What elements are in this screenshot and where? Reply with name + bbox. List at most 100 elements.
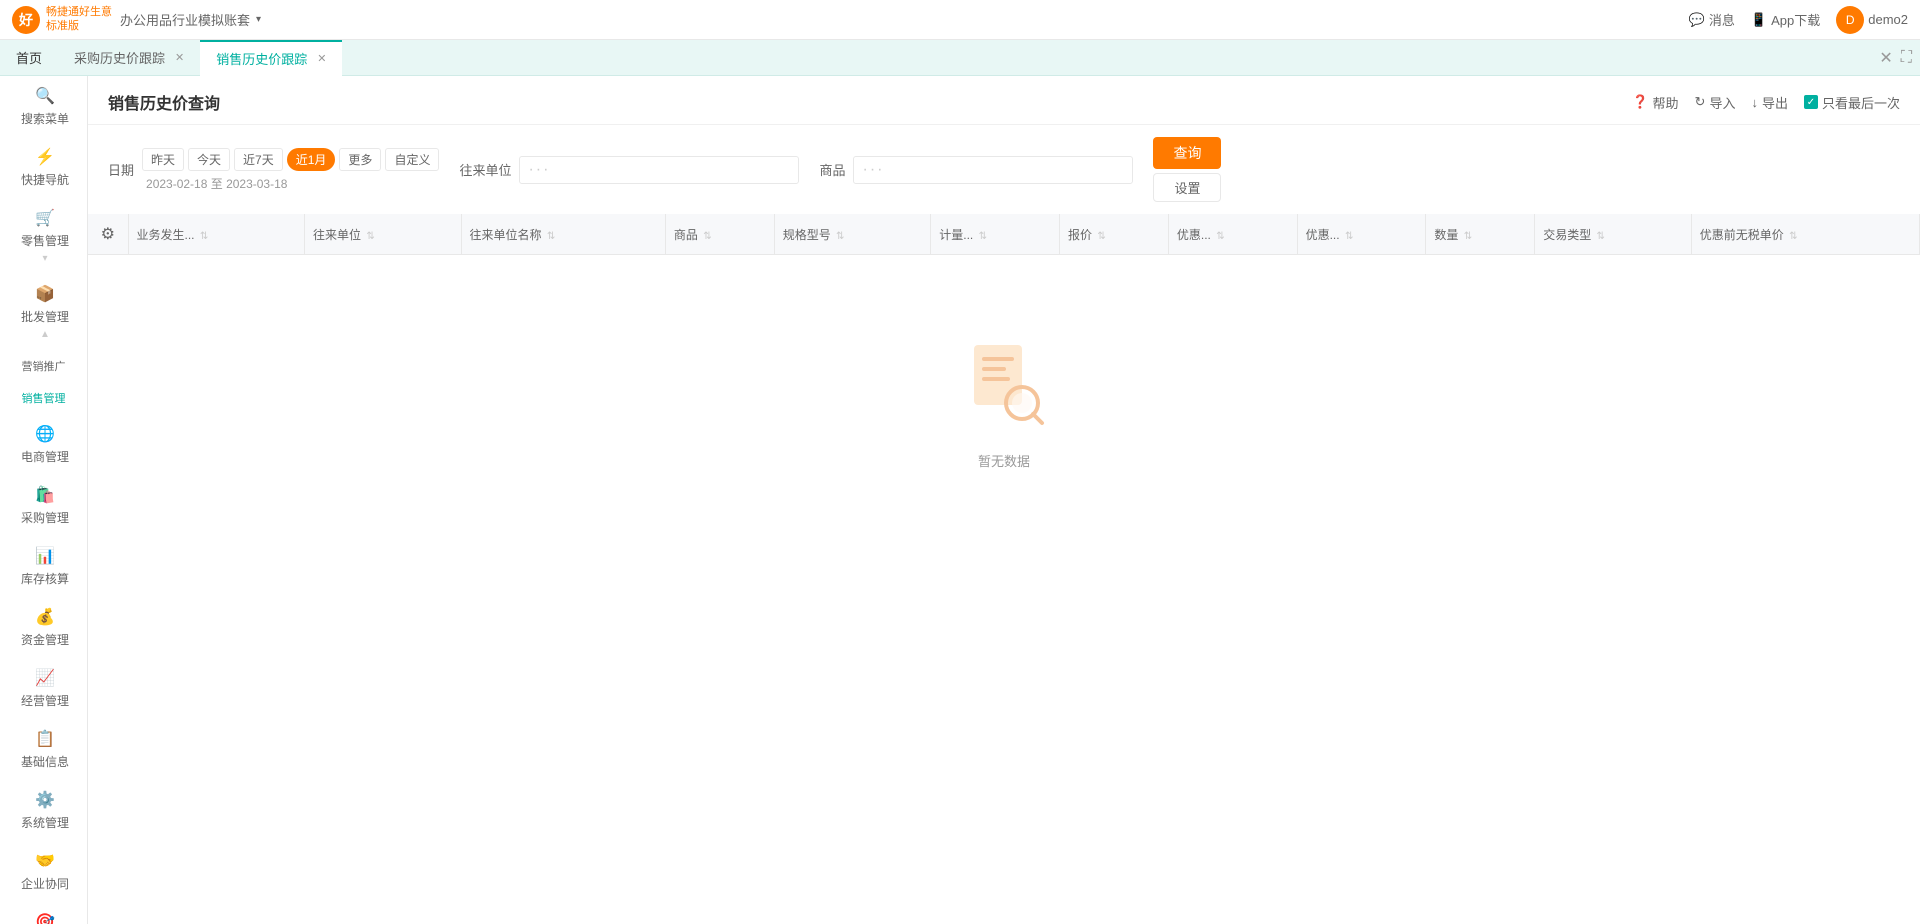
sidebar-item-wholesale-mgmt[interactable]: 📦 批发管理 ▲ xyxy=(0,274,87,350)
sort-arrows-partner-code: ⇅ xyxy=(366,231,374,242)
business-mgmt-icon: 📈 xyxy=(35,668,55,688)
sort-arrows-pre-tax-price: ⇅ xyxy=(1789,231,1797,242)
table-container: ⚙ 业务发生... ⇅ 往来单位 ⇅ 往来单位名称 ⇅ xyxy=(88,214,1920,924)
user-area[interactable]: D demo2 xyxy=(1836,6,1908,34)
col-pre-tax-price[interactable]: 优惠前无税单价 ⇅ xyxy=(1691,214,1919,255)
enterprise-collab-icon: 🤝 xyxy=(35,851,55,871)
sidebar-item-new-guide[interactable]: 🎯 新手引导 xyxy=(0,902,87,924)
empty-illustration xyxy=(954,335,1054,435)
sort-arrows-trade-type: ⇅ xyxy=(1597,231,1605,242)
sort-arrows-quote: ⇅ xyxy=(1097,231,1105,242)
logo-icon: 好 xyxy=(12,6,40,34)
tab-sales-history[interactable]: 销售历史价跟踪 ✕ xyxy=(200,40,342,76)
date-btn-more[interactable]: 更多 xyxy=(339,148,381,171)
sort-arrows-product: ⇅ xyxy=(703,231,711,242)
partner-input[interactable]: ··· xyxy=(519,156,799,184)
empty-text: 暂无数据 xyxy=(978,451,1030,470)
new-guide-icon: 🎯 xyxy=(35,912,55,924)
tab-home[interactable]: 首页 xyxy=(0,40,58,76)
query-button[interactable]: 查询 xyxy=(1153,137,1221,169)
col-settings[interactable]: ⚙ xyxy=(88,214,128,255)
col-product[interactable]: 商品 ⇅ xyxy=(665,214,774,255)
sidebar-item-inventory[interactable]: 📊 库存核算 xyxy=(0,536,87,597)
top-bar-left: 好 畅捷通好生意 标准版 办公用品行业模拟账套 ▾ xyxy=(12,6,261,34)
search-bar: 日期 昨天 今天 近7天 近1月 更多 自定义 2023-02-18 至 202… xyxy=(88,125,1920,214)
sidebar-item-basic-info[interactable]: 📋 基础信息 xyxy=(0,719,87,780)
sort-arrows-discount2: ⇅ xyxy=(1345,231,1353,242)
product-label: 商品 xyxy=(819,160,845,179)
col-unit[interactable]: 计量... ⇅ xyxy=(931,214,1060,255)
sidebar-item-business-mgmt[interactable]: 📈 经营管理 xyxy=(0,658,87,719)
tab-sales-history-close[interactable]: ✕ xyxy=(317,52,326,65)
empty-svg xyxy=(954,335,1054,435)
sidebar-item-search-menu[interactable]: 🔍 搜索菜单 xyxy=(0,76,87,137)
partner-filter-group: 往来单位 ··· xyxy=(459,156,799,184)
sidebar-item-enterprise-collab[interactable]: 🤝 企业协同 xyxy=(0,841,87,902)
action-buttons: 查询 设置 xyxy=(1153,137,1221,202)
content-area: 销售历史价查询 ❓ 帮助 ↻ 导入 ↓ 导出 ✓ 只看最后一次 xyxy=(88,76,1920,924)
import-icon: ↻ xyxy=(1695,94,1706,110)
purchase-mgmt-icon: 🛍️ xyxy=(35,485,55,505)
product-placeholder: ··· xyxy=(862,161,884,179)
gear-icon: ⚙ xyxy=(101,226,115,243)
tab-purchase-history-close[interactable]: ✕ xyxy=(175,51,184,64)
date-btn-yesterday[interactable]: 昨天 xyxy=(142,148,184,171)
sidebar-item-ecommerce[interactable]: 🌐 电商管理 xyxy=(0,414,87,475)
basic-info-icon: 📋 xyxy=(35,729,55,749)
checkbox-icon: ✓ xyxy=(1804,95,1818,109)
main-layout: 🔍 搜索菜单 ⚡ 快捷导航 🛒 零售管理 ▾ 📦 批发管理 ▲ 营销推广 销售管… xyxy=(0,76,1920,924)
col-quote[interactable]: 报价 ⇅ xyxy=(1060,214,1169,255)
col-discount2[interactable]: 优惠... ⇅ xyxy=(1297,214,1426,255)
app-download-icon: 📱 xyxy=(1751,12,1767,28)
sidebar-item-purchase-mgmt[interactable]: 🛍️ 采购管理 xyxy=(0,475,87,536)
import-btn[interactable]: ↻ 导入 xyxy=(1695,93,1736,112)
sidebar-sub-marketing[interactable]: 营销推广 xyxy=(0,350,87,382)
sidebar-item-finance-mgmt[interactable]: 💰 资金管理 xyxy=(0,597,87,658)
sidebar-item-retail-mgmt[interactable]: 🛒 零售管理 ▾ xyxy=(0,198,87,274)
retail-mgmt-arrow: ▾ xyxy=(42,253,47,264)
avatar: D xyxy=(1836,6,1864,34)
col-discount1[interactable]: 优惠... ⇅ xyxy=(1168,214,1297,255)
product-input[interactable]: ··· xyxy=(853,156,1133,184)
sidebar-item-system-mgmt[interactable]: ⚙️ 系统管理 xyxy=(0,780,87,841)
message-icon: 💬 xyxy=(1689,12,1705,28)
settings-button[interactable]: 设置 xyxy=(1153,173,1221,202)
date-label: 日期 xyxy=(108,160,134,179)
quick-nav-icon: ⚡ xyxy=(35,147,55,167)
header-actions: ❓ 帮助 ↻ 导入 ↓ 导出 ✓ 只看最后一次 xyxy=(1632,93,1900,112)
col-trade-type[interactable]: 交易类型 ⇅ xyxy=(1535,214,1692,255)
app-selector[interactable]: 办公用品行业模拟账套 ▾ xyxy=(120,10,261,29)
col-quantity[interactable]: 数量 ⇅ xyxy=(1426,214,1535,255)
sidebar-item-quick-nav[interactable]: ⚡ 快捷导航 xyxy=(0,137,87,198)
partner-label: 往来单位 xyxy=(459,160,511,179)
sort-arrows-partner-name: ⇅ xyxy=(547,231,555,242)
logo-text: 畅捷通好生意 标准版 xyxy=(46,6,112,32)
col-partner-code[interactable]: 往来单位 ⇅ xyxy=(304,214,461,255)
partner-placeholder: ··· xyxy=(528,161,550,179)
col-business-date[interactable]: 业务发生... ⇅ xyxy=(128,214,304,255)
tab-fullscreen-btn[interactable]: ⛶ xyxy=(1901,49,1912,67)
tab-close-all-btn[interactable]: ✕ xyxy=(1879,48,1892,68)
app-download-btn[interactable]: 📱 App下载 xyxy=(1751,10,1820,29)
page-title: 销售历史价查询 xyxy=(108,90,220,114)
col-partner-name[interactable]: 往来单位名称 ⇅ xyxy=(461,214,665,255)
date-range-display: 2023-02-18 至 2023-03-18 xyxy=(146,175,439,192)
sidebar-sub-sales-mgmt[interactable]: 销售管理 xyxy=(0,382,87,414)
finance-mgmt-icon: 💰 xyxy=(35,607,55,627)
retail-mgmt-icon: 🛒 xyxy=(35,208,55,228)
help-btn[interactable]: ❓ 帮助 xyxy=(1632,93,1678,112)
top-bar-right: 💬 消息 📱 App下载 D demo2 xyxy=(1689,6,1908,34)
date-filter-group: 日期 昨天 今天 近7天 近1月 更多 自定义 2023-02-18 至 202… xyxy=(108,148,439,192)
only-last-checkbox[interactable]: ✓ 只看最后一次 xyxy=(1804,93,1900,112)
export-btn[interactable]: ↓ 导出 xyxy=(1751,93,1788,112)
app-dropdown-arrow: ▾ xyxy=(256,14,261,25)
col-spec[interactable]: 规格型号 ⇅ xyxy=(774,214,931,255)
date-btn-1month[interactable]: 近1月 xyxy=(287,148,336,171)
date-btn-custom[interactable]: 自定义 xyxy=(385,148,439,171)
message-btn[interactable]: 💬 消息 xyxy=(1689,10,1735,29)
page-header: 销售历史价查询 ❓ 帮助 ↻ 导入 ↓ 导出 ✓ 只看最后一次 xyxy=(88,76,1920,125)
date-btn-7days[interactable]: 近7天 xyxy=(234,148,283,171)
tab-purchase-history[interactable]: 采购历史价跟踪 ✕ xyxy=(58,40,200,76)
date-btn-today[interactable]: 今天 xyxy=(188,148,230,171)
empty-state: 暂无数据 xyxy=(88,255,1920,550)
